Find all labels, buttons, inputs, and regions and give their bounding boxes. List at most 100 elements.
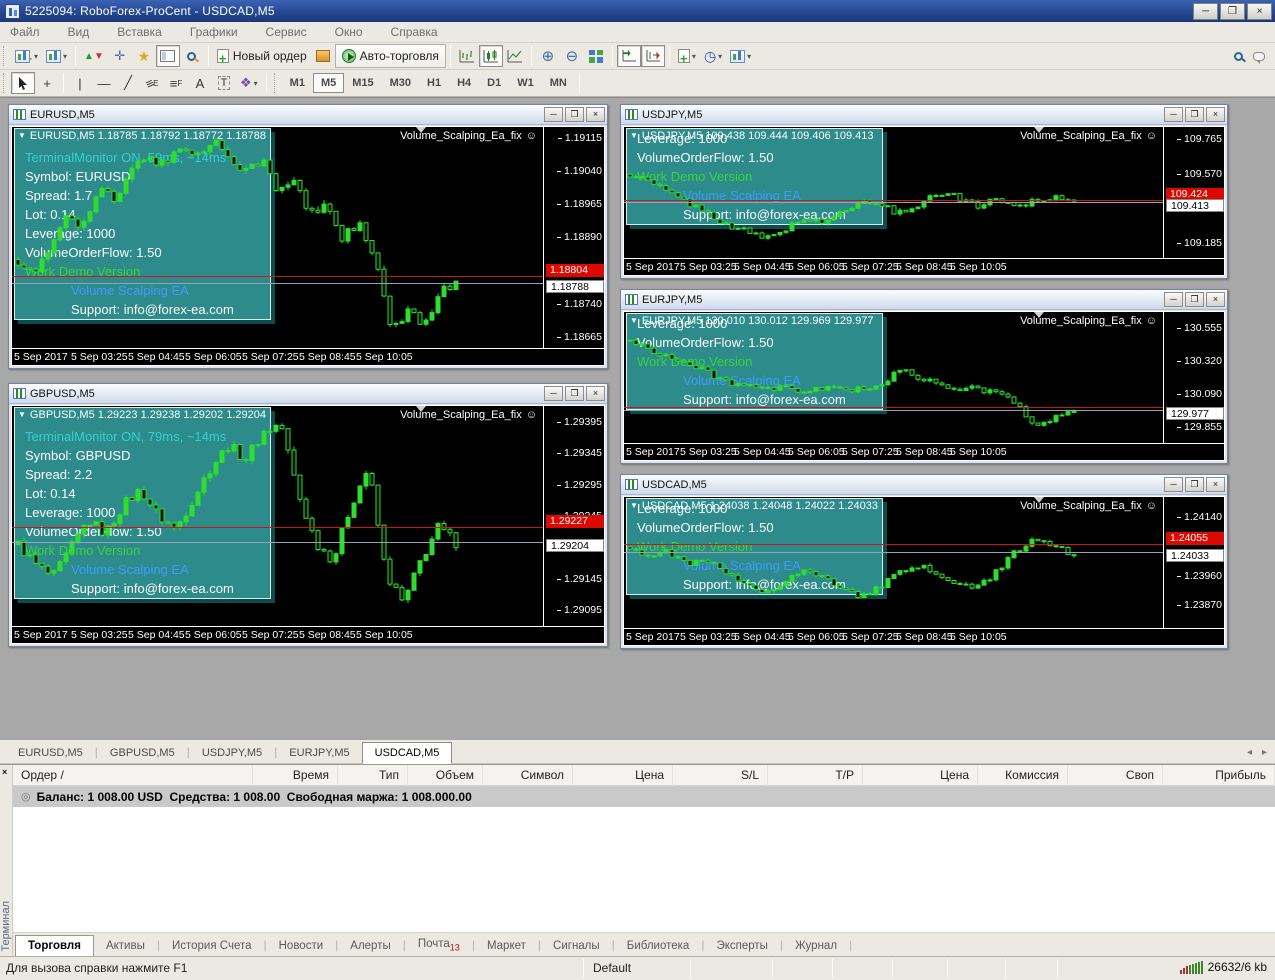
candlestick-canvas[interactable] — [12, 127, 543, 348]
column-header-tp[interactable]: T/P — [768, 765, 863, 786]
minimize-button[interactable]: ─ — [544, 107, 563, 122]
data-window-button[interactable]: ✛ — [108, 45, 132, 67]
chart-tab-usdjpy[interactable]: USDJPY,M5 — [190, 743, 274, 763]
time-axis[interactable]: 5 Sep 2017 5 Sep 03:25 5 Sep 04:45 5 Sep… — [624, 443, 1224, 460]
autotrading-button[interactable]: Авто-торговля — [334, 44, 446, 68]
close-button[interactable]: × — [586, 386, 605, 401]
chart-window-titlebar[interactable]: GBPUSD,M5 ─ ❐ × — [9, 384, 607, 404]
price-plot[interactable]: TerminalMonitor ON, 79ms, ~14ms Symbol: … — [12, 406, 543, 626]
terminal-tab-library[interactable]: Библиотека — [615, 936, 702, 956]
terminal-close-icon[interactable]: × — [2, 767, 7, 777]
minimize-button[interactable]: ─ — [1193, 2, 1218, 20]
profiles-button[interactable]: ▾ — [42, 45, 71, 67]
terminal-toggle-button[interactable] — [155, 45, 180, 67]
terminal-tab-experts[interactable]: Эксперты — [704, 936, 779, 956]
community-chat-icon[interactable] — [1253, 51, 1265, 64]
chart-window-titlebar[interactable]: USDCAD,M5 ─ ❐ × — [621, 475, 1227, 495]
restore-button[interactable]: ❐ — [1185, 292, 1204, 307]
restore-button[interactable]: ❐ — [565, 107, 584, 122]
timeframe-m5-button[interactable]: M5 — [312, 73, 345, 93]
menu-file[interactable]: Файл — [10, 23, 54, 41]
menu-tools[interactable]: Сервис — [266, 23, 321, 41]
channel-tool-button[interactable]: ≡ E — [140, 72, 164, 94]
close-button[interactable]: × — [586, 107, 605, 122]
timeframe-m30-button[interactable]: M30 — [382, 73, 419, 93]
chart-tab-eurusd[interactable]: EURUSD,M5 — [6, 743, 95, 763]
candlestick-canvas[interactable] — [12, 406, 543, 626]
chart-window-titlebar[interactable]: USDJPY,M5 ─ ❐ × — [621, 105, 1227, 125]
new-chart-button[interactable]: + ▾ — [11, 45, 42, 67]
time-axis[interactable]: 5 Sep 2017 5 Sep 03:25 5 Sep 04:45 5 Sep… — [624, 258, 1224, 275]
column-header-swap[interactable]: Своп — [1068, 765, 1163, 786]
chart-tab-usdcad[interactable]: USDCAD,M5 — [361, 742, 453, 764]
time-axis[interactable]: 5 Sep 2017 5 Sep 03:25 5 Sep 04:45 5 Sep… — [624, 628, 1224, 645]
maximize-button[interactable]: ❐ — [1220, 2, 1245, 20]
price-scale[interactable]: 130.555 130.320 130.090 129.855 129.977 — [1163, 312, 1224, 443]
column-header-sl[interactable]: S/L — [673, 765, 768, 786]
menu-window[interactable]: Окно — [335, 23, 377, 41]
ea-name-label[interactable]: Volume_Scalping_Ea_fix ☺ — [400, 130, 537, 142]
timeframe-h1-button[interactable]: H1 — [419, 73, 449, 93]
chart-tab-gbpusd[interactable]: GBPUSD,M5 — [98, 743, 187, 763]
ea-name-label[interactable]: Volume_Scalping_Ea_fix ☺ — [1020, 130, 1157, 142]
text-tool-button[interactable]: A — [188, 72, 212, 94]
tabs-scroll-right-icon[interactable]: ▸ — [1262, 747, 1267, 758]
menu-view[interactable]: Вид — [68, 23, 104, 41]
toolbar-grip[interactable] — [273, 73, 279, 93]
indicators-button[interactable]: ▾ — [674, 45, 700, 67]
auto-scroll-button[interactable] — [616, 45, 641, 67]
strategy-tester-button[interactable] — [180, 45, 204, 67]
templates-button[interactable]: ▾ — [726, 45, 755, 67]
column-header-open-price[interactable]: Цена — [573, 765, 673, 786]
terminal-tab-history[interactable]: История Счета — [160, 936, 264, 956]
horizontal-line-tool-button[interactable]: — — [92, 72, 116, 94]
close-button[interactable]: × — [1206, 292, 1225, 307]
time-axis[interactable]: 5 Sep 2017 5 Sep 03:25 5 Sep 04:45 5 Sep… — [12, 348, 604, 365]
balance-row[interactable]: ◎ Баланс: 1 008.00 USD Средства: 1 008.0… — [13, 786, 1275, 807]
price-plot[interactable]: TerminalMonitor ON, 59ms, ~14ms Symbol: … — [12, 127, 543, 348]
bar-chart-mode-button[interactable] — [455, 45, 479, 67]
price-scale[interactable]: 1.19115 1.19040 1.18965 1.18890 1.18815 … — [543, 127, 604, 348]
arrows-tool-button[interactable]: ❖ ▾ — [236, 72, 262, 94]
menu-insert[interactable]: Вставка — [117, 23, 176, 41]
trendline-tool-button[interactable]: ╱ — [116, 72, 140, 94]
timeframe-w1-button[interactable]: W1 — [509, 73, 542, 93]
crosshair-tool-button[interactable]: + — [35, 72, 59, 94]
timeframe-h4-button[interactable]: H4 — [449, 73, 479, 93]
restore-button[interactable]: ❐ — [1185, 477, 1204, 492]
ea-name-label[interactable]: Volume_Scalping_Ea_fix ☺ — [400, 409, 537, 421]
window-titlebar[interactable]: 5225094: RoboForex-ProCent - USDCAD,M5 ─… — [0, 0, 1275, 22]
time-axis[interactable]: 5 Sep 2017 5 Sep 03:25 5 Sep 04:45 5 Sep… — [12, 626, 604, 643]
price-plot[interactable]: Leverage: 1000 VolumeOrderFlow: 1.50 Wor… — [624, 127, 1163, 258]
zoom-out-button[interactable]: ⊖ — [560, 45, 584, 67]
column-header-type[interactable]: Тип — [338, 765, 408, 786]
terminal-tab-mail[interactable]: Почта13 — [406, 934, 472, 956]
line-chart-mode-button[interactable] — [503, 45, 527, 67]
terminal-tab-trade[interactable]: Торговля — [15, 935, 94, 957]
ea-name-label[interactable]: Volume_Scalping_Ea_fix ☺ — [1020, 315, 1157, 327]
tabs-scroll-left-icon[interactable]: ◂ — [1247, 747, 1252, 758]
new-order-button[interactable]: Новый ордер — [213, 45, 311, 67]
price-scale[interactable]: 109.765 109.570 109.375 109.185 109.424 … — [1163, 127, 1224, 258]
close-button[interactable]: × — [1206, 477, 1225, 492]
periods-button[interactable]: ◷ ▾ — [700, 45, 726, 67]
chart-window-titlebar[interactable]: EURUSD,M5 ─ ❐ × — [9, 105, 607, 125]
minimize-button[interactable]: ─ — [1164, 292, 1183, 307]
candlestick-canvas[interactable] — [624, 127, 1163, 258]
restore-button[interactable]: ❐ — [1185, 107, 1204, 122]
chart-shift-button[interactable] — [640, 45, 665, 67]
toolbar-grip[interactable] — [3, 73, 8, 93]
toolbar-grip[interactable] — [3, 46, 8, 66]
column-header-symbol[interactable]: Символ — [483, 765, 573, 786]
timeframe-mn-button[interactable]: MN — [542, 73, 575, 93]
metaeditor-button[interactable] — [311, 45, 335, 67]
market-watch-button[interactable]: ▲ ▼ — [80, 45, 108, 67]
column-header-profit[interactable]: Прибыль — [1163, 765, 1275, 786]
zoom-in-button[interactable]: ⊕ — [536, 45, 560, 67]
candlestick-canvas[interactable] — [624, 497, 1163, 628]
terminal-tab-journal[interactable]: Журнал — [783, 936, 849, 956]
close-button[interactable]: × — [1247, 2, 1272, 20]
menu-charts[interactable]: Графики — [190, 23, 252, 41]
price-scale[interactable]: 1.24140 1.23960 1.23870 1.24055 1.24033 — [1163, 497, 1224, 628]
fibonacci-tool-button[interactable]: ≡ F — [164, 72, 188, 94]
